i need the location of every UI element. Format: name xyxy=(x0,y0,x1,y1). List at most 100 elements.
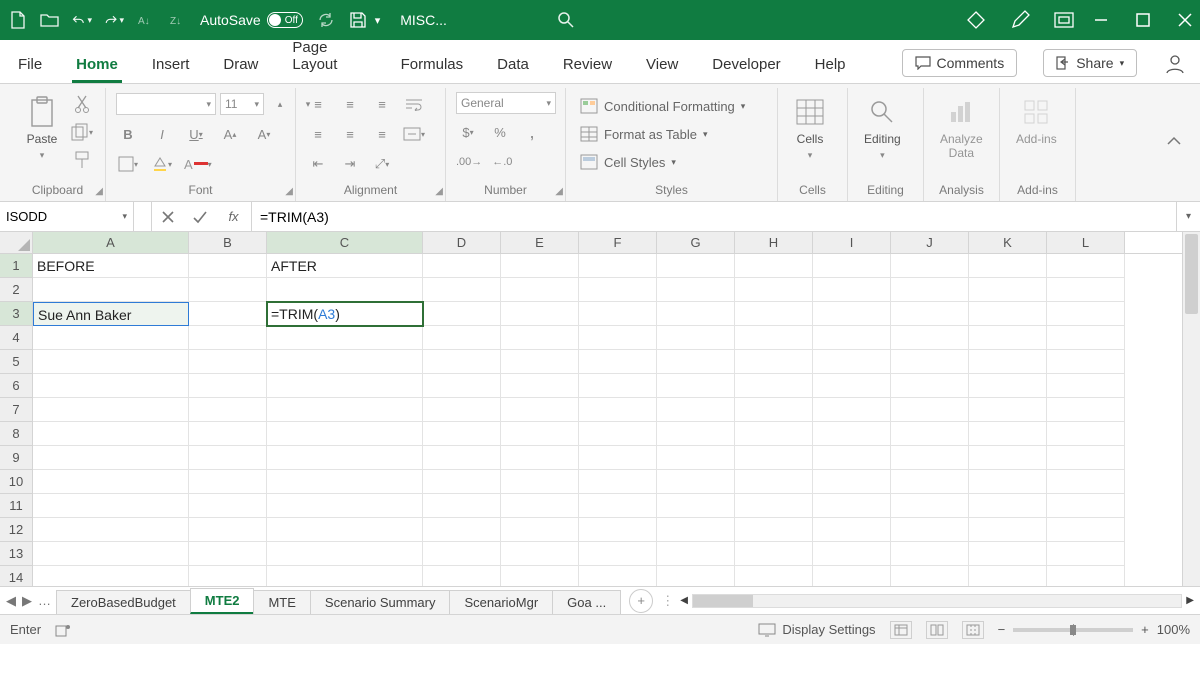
cell-B7[interactable] xyxy=(189,398,267,422)
cell-B2[interactable] xyxy=(189,278,267,302)
conditional-formatting-button[interactable]: Conditional Formatting▾ xyxy=(576,96,749,116)
cell-H8[interactable] xyxy=(735,422,813,446)
fill-color-icon[interactable]: ▾ xyxy=(150,152,174,176)
cell-B3[interactable] xyxy=(189,302,267,326)
cell-K13[interactable] xyxy=(969,542,1047,566)
cell-D3[interactable] xyxy=(423,302,501,326)
italic-button[interactable]: I xyxy=(150,122,174,146)
cell-K8[interactable] xyxy=(969,422,1047,446)
cell-D8[interactable] xyxy=(423,422,501,446)
cut-icon[interactable] xyxy=(70,92,94,116)
cell-H12[interactable] xyxy=(735,518,813,542)
font-color-icon[interactable]: A▾ xyxy=(184,152,212,176)
cell-G7[interactable] xyxy=(657,398,735,422)
column-header[interactable]: F xyxy=(579,232,657,253)
cell-E6[interactable] xyxy=(501,374,579,398)
display-settings-button[interactable]: Display Settings xyxy=(758,622,875,637)
cell-D7[interactable] xyxy=(423,398,501,422)
cell-A11[interactable] xyxy=(33,494,189,518)
cell-E9[interactable] xyxy=(501,446,579,470)
cell-F5[interactable] xyxy=(579,350,657,374)
cell-H2[interactable] xyxy=(735,278,813,302)
cell-E8[interactable] xyxy=(501,422,579,446)
cell-G11[interactable] xyxy=(657,494,735,518)
accounting-icon[interactable]: $▾ xyxy=(456,120,480,144)
row-header[interactable]: 14 xyxy=(0,566,33,586)
cell-G14[interactable] xyxy=(657,566,735,586)
cell-G12[interactable] xyxy=(657,518,735,542)
addins-button[interactable]: Add-ins xyxy=(1010,92,1063,150)
cell-D6[interactable] xyxy=(423,374,501,398)
tab-file[interactable]: File xyxy=(14,48,46,83)
cell-F2[interactable] xyxy=(579,278,657,302)
align-middle-icon[interactable]: ≡ xyxy=(338,92,362,116)
cell-F7[interactable] xyxy=(579,398,657,422)
comments-button[interactable]: Comments xyxy=(902,49,1018,77)
cell-G5[interactable] xyxy=(657,350,735,374)
minimize-icon[interactable] xyxy=(1094,13,1108,27)
cell-I12[interactable] xyxy=(813,518,891,542)
cell-F3[interactable] xyxy=(579,302,657,326)
cell-J3[interactable] xyxy=(891,302,969,326)
cell-G4[interactable] xyxy=(657,326,735,350)
cell-L13[interactable] xyxy=(1047,542,1125,566)
macro-record-icon[interactable] xyxy=(55,623,71,637)
cell-K2[interactable] xyxy=(969,278,1047,302)
cell-A6[interactable] xyxy=(33,374,189,398)
cell-K12[interactable] xyxy=(969,518,1047,542)
cell-K14[interactable] xyxy=(969,566,1047,586)
column-header[interactable]: J xyxy=(891,232,969,253)
cell-I8[interactable] xyxy=(813,422,891,446)
cell-A12[interactable] xyxy=(33,518,189,542)
cell-E14[interactable] xyxy=(501,566,579,586)
cell-F6[interactable] xyxy=(579,374,657,398)
formula-input[interactable] xyxy=(252,202,1176,231)
font-name-select[interactable]: ▾ xyxy=(116,93,216,115)
cell-L7[interactable] xyxy=(1047,398,1125,422)
save-icon[interactable] xyxy=(349,11,367,29)
cell-H10[interactable] xyxy=(735,470,813,494)
row-header[interactable]: 5 xyxy=(0,350,33,374)
cell-I10[interactable] xyxy=(813,470,891,494)
font-size-select[interactable]: 11▾ xyxy=(220,93,264,115)
cell-E10[interactable] xyxy=(501,470,579,494)
dialog-launcher-icon[interactable]: ◢ xyxy=(285,186,293,197)
cell-L14[interactable] xyxy=(1047,566,1125,586)
cell-H9[interactable] xyxy=(735,446,813,470)
cell-C10[interactable] xyxy=(267,470,423,494)
cell-styles-button[interactable]: Cell Styles▾ xyxy=(576,152,680,172)
cell-B5[interactable] xyxy=(189,350,267,374)
cell-H11[interactable] xyxy=(735,494,813,518)
sync-icon[interactable] xyxy=(317,11,335,29)
cell-H7[interactable] xyxy=(735,398,813,422)
cell-D2[interactable] xyxy=(423,278,501,302)
cell-H13[interactable] xyxy=(735,542,813,566)
row-header[interactable]: 4 xyxy=(0,326,33,350)
grow-font-icon[interactable]: ▴ xyxy=(268,92,292,116)
cell-E11[interactable] xyxy=(501,494,579,518)
cell-J11[interactable] xyxy=(891,494,969,518)
vertical-scrollbar[interactable] xyxy=(1182,232,1200,586)
cell-K6[interactable] xyxy=(969,374,1047,398)
sheet-tab[interactable]: MTE2 xyxy=(190,588,255,614)
editing-button[interactable]: Editing▾ xyxy=(858,92,907,165)
cell-A1[interactable]: BEFORE xyxy=(33,254,189,278)
align-center-icon[interactable]: ≡ xyxy=(338,122,362,146)
cell-A13[interactable] xyxy=(33,542,189,566)
align-left-icon[interactable]: ≡ xyxy=(306,122,330,146)
sheet-tab[interactable]: ScenarioMgr xyxy=(449,590,553,614)
cell-I6[interactable] xyxy=(813,374,891,398)
cell-L6[interactable] xyxy=(1047,374,1125,398)
bold-button[interactable]: B xyxy=(116,122,140,146)
cell-L11[interactable] xyxy=(1047,494,1125,518)
autosave-toggle[interactable]: Off xyxy=(267,12,303,28)
dialog-launcher-icon[interactable]: ◢ xyxy=(435,186,443,197)
tab-developer[interactable]: Developer xyxy=(708,48,784,83)
horizontal-scrollbar[interactable]: ◀▶ xyxy=(674,594,1200,608)
cell-J1[interactable] xyxy=(891,254,969,278)
cell-A8[interactable] xyxy=(33,422,189,446)
tab-help[interactable]: Help xyxy=(811,48,850,83)
cell-K11[interactable] xyxy=(969,494,1047,518)
tab-data[interactable]: Data xyxy=(493,48,533,83)
cell-D10[interactable] xyxy=(423,470,501,494)
